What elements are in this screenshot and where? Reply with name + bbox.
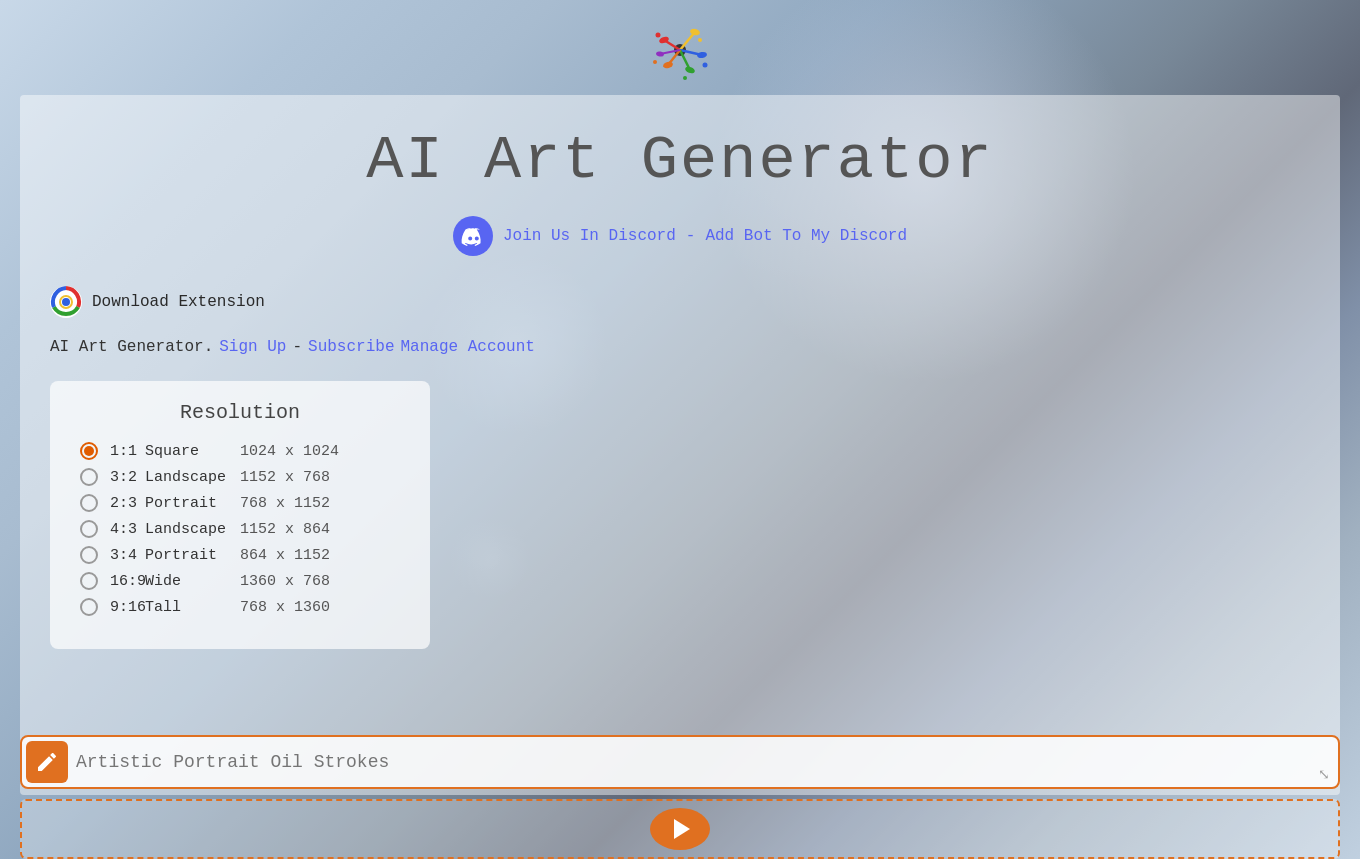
- resolution-type: Wide: [145, 573, 240, 590]
- pencil-icon: [35, 750, 59, 774]
- main-card: AI Art Generator Join Us In Discord - Ad…: [20, 95, 1340, 795]
- resolution-option[interactable]: 4:3Landscape1152 x 864: [80, 520, 400, 538]
- svg-point-17: [653, 60, 657, 64]
- resolution-option[interactable]: 9:16Tall768 x 1360: [80, 598, 400, 616]
- discord-separator: -: [686, 227, 696, 245]
- subscribe-link[interactable]: Subscribe: [308, 338, 394, 356]
- manage-account-link[interactable]: Manage Account: [400, 338, 534, 356]
- resolution-option[interactable]: 3:2Landscape1152 x 768: [80, 468, 400, 486]
- svg-point-14: [698, 38, 702, 42]
- resolution-ratio: 9:16: [110, 599, 145, 616]
- radio-button[interactable]: [80, 494, 98, 512]
- logo-icon: [640, 10, 720, 90]
- svg-point-23: [62, 298, 70, 306]
- resolution-title: Resolution: [80, 401, 400, 424]
- page-container: AI Art Generator Join Us In Discord - Ad…: [0, 0, 1360, 859]
- play-icon: [666, 815, 694, 843]
- resolution-ratio: 3:2: [110, 469, 145, 486]
- resolution-dimensions: 1152 x 864: [240, 521, 330, 538]
- account-prefix: AI Art Generator.: [50, 338, 213, 356]
- prompt-container: ⤡: [20, 735, 1340, 789]
- resolution-type: Portrait: [145, 547, 240, 564]
- resolution-type: Tall: [145, 599, 240, 616]
- generate-button[interactable]: [650, 808, 710, 850]
- resolution-ratio: 2:3: [110, 495, 145, 512]
- svg-point-15: [703, 63, 708, 68]
- prompt-icon-button[interactable]: [26, 741, 68, 783]
- resolution-dimensions: 1024 x 1024: [240, 443, 339, 460]
- resolution-option[interactable]: 16:9Wide1360 x 768: [80, 572, 400, 590]
- resolution-ratio: 4:3: [110, 521, 145, 538]
- resolution-type: Landscape: [145, 521, 240, 538]
- discord-add-bot-link[interactable]: Add Bot To My Discord: [705, 227, 907, 245]
- svg-line-4: [680, 32, 695, 50]
- discord-row: Join Us In Discord - Add Bot To My Disco…: [50, 216, 1310, 256]
- chrome-extension-link[interactable]: Download Extension: [92, 293, 265, 311]
- resolution-type: Square: [145, 443, 240, 460]
- resolution-dimensions: 1360 x 768: [240, 573, 330, 590]
- resolution-dimensions: 864 x 1152: [240, 547, 330, 564]
- bottom-dashed-area: [20, 799, 1340, 859]
- resolution-option[interactable]: 3:4Portrait864 x 1152: [80, 546, 400, 564]
- radio-button[interactable]: [80, 572, 98, 590]
- discord-join-link[interactable]: Join Us In Discord: [503, 227, 676, 245]
- resize-handle: ⤡: [1318, 766, 1330, 783]
- resolution-options: 1:1Square1024 x 10243:2Landscape1152 x 7…: [80, 442, 400, 616]
- header: [0, 0, 1360, 95]
- chrome-icon: [50, 286, 82, 318]
- radio-button[interactable]: [80, 598, 98, 616]
- account-separator: -: [292, 338, 302, 356]
- resolution-ratio: 16:9: [110, 573, 145, 590]
- resolution-type: Portrait: [145, 495, 240, 512]
- resolution-ratio: 3:4: [110, 547, 145, 564]
- resolution-dimensions: 768 x 1360: [240, 599, 330, 616]
- resolution-ratio: 1:1: [110, 443, 145, 460]
- discord-icon: [453, 216, 493, 256]
- resolution-dimensions: 1152 x 768: [240, 469, 330, 486]
- radio-button[interactable]: [80, 468, 98, 486]
- radio-button[interactable]: [80, 546, 98, 564]
- svg-point-16: [683, 76, 687, 80]
- page-title: AI Art Generator: [50, 125, 1310, 196]
- resolution-option[interactable]: 1:1Square1024 x 1024: [80, 442, 400, 460]
- resolution-dimensions: 768 x 1152: [240, 495, 330, 512]
- radio-button[interactable]: [80, 520, 98, 538]
- resolution-option[interactable]: 2:3Portrait768 x 1152: [80, 494, 400, 512]
- resolution-type: Landscape: [145, 469, 240, 486]
- account-row: AI Art Generator. Sign Up - Subscribe Ma…: [50, 338, 1310, 356]
- prompt-input-wrapper: ⤡: [20, 735, 1340, 789]
- svg-point-13: [656, 33, 661, 38]
- radio-button[interactable]: [80, 442, 98, 460]
- prompt-input[interactable]: [76, 752, 1318, 772]
- svg-marker-24: [674, 819, 690, 839]
- chrome-extension-row: Download Extension: [50, 286, 1310, 318]
- resolution-panel: Resolution 1:1Square1024 x 10243:2Landsc…: [50, 381, 430, 649]
- signup-link[interactable]: Sign Up: [219, 338, 286, 356]
